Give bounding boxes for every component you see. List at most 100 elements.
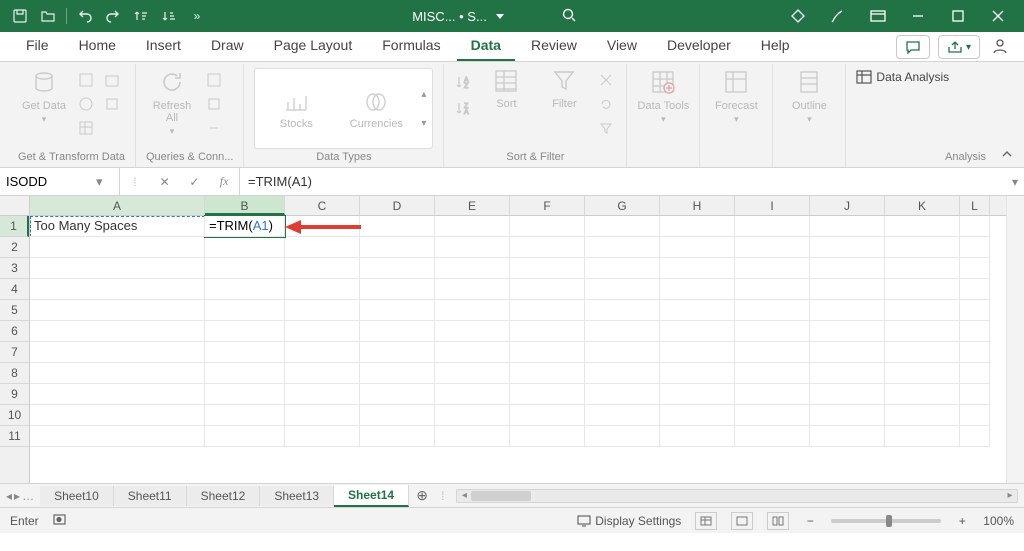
cell-A7[interactable] <box>30 342 205 363</box>
cell-L3[interactable] <box>960 258 990 279</box>
properties-icon[interactable] <box>204 94 224 114</box>
cell-E9[interactable] <box>435 384 510 405</box>
cell-J9[interactable] <box>810 384 885 405</box>
name-box-input[interactable] <box>6 174 96 189</box>
cell-C10[interactable] <box>285 405 360 426</box>
column-header[interactable]: G <box>585 196 660 215</box>
tab-home[interactable]: Home <box>65 31 130 61</box>
cell-F10[interactable] <box>510 405 585 426</box>
queries-icon[interactable] <box>204 70 224 90</box>
cell-A4[interactable] <box>30 279 205 300</box>
expand-formula-bar-icon[interactable]: ▾ <box>1006 175 1024 189</box>
cell-H5[interactable] <box>660 300 735 321</box>
cell-G1[interactable] <box>585 216 660 237</box>
fx-icon[interactable]: fx <box>214 174 234 189</box>
sheet-tab[interactable]: Sheet10 <box>40 486 114 506</box>
cell-I2[interactable] <box>735 237 810 258</box>
row-header[interactable]: 3 <box>0 258 29 279</box>
cell-A3[interactable] <box>30 258 205 279</box>
cell-D5[interactable] <box>360 300 435 321</box>
cell-H6[interactable] <box>660 321 735 342</box>
add-sheet-button[interactable]: ⊕ <box>409 487 435 504</box>
cell-G6[interactable] <box>585 321 660 342</box>
cell-L11[interactable] <box>960 426 990 447</box>
row-header[interactable]: 6 <box>0 321 29 342</box>
cell-K10[interactable] <box>885 405 960 426</box>
cell-L2[interactable] <box>960 237 990 258</box>
cell-F8[interactable] <box>510 363 585 384</box>
row-header[interactable]: 9 <box>0 384 29 405</box>
cell-C2[interactable] <box>285 237 360 258</box>
stocks-button[interactable]: Stocks <box>261 88 331 130</box>
ribbon-display-icon[interactable] <box>860 2 896 30</box>
tab-insert[interactable]: Insert <box>132 31 195 61</box>
cell-D11[interactable] <box>360 426 435 447</box>
cell-K2[interactable] <box>885 237 960 258</box>
data-tools-button[interactable]: Data Tools ▾ <box>637 66 689 125</box>
cell-B4[interactable] <box>205 279 285 300</box>
cell-J10[interactable] <box>810 405 885 426</box>
cell-G10[interactable] <box>585 405 660 426</box>
forecast-button[interactable]: Forecast ▾ <box>710 66 762 125</box>
cell-I3[interactable] <box>735 258 810 279</box>
cell-L4[interactable] <box>960 279 990 300</box>
cell-J3[interactable] <box>810 258 885 279</box>
cell-B7[interactable] <box>205 342 285 363</box>
sort-asc-icon[interactable] <box>129 4 153 28</box>
redo-icon[interactable] <box>101 4 125 28</box>
cell-G3[interactable] <box>585 258 660 279</box>
from-text-icon[interactable] <box>76 70 96 90</box>
tab-help[interactable]: Help <box>747 31 804 61</box>
cell-H3[interactable] <box>660 258 735 279</box>
cell-K7[interactable] <box>885 342 960 363</box>
cell-F5[interactable] <box>510 300 585 321</box>
cell-C1[interactable] <box>285 216 360 237</box>
cell-B6[interactable] <box>205 321 285 342</box>
column-header[interactable]: C <box>285 196 360 215</box>
cell-C3[interactable] <box>285 258 360 279</box>
cell-B9[interactable] <box>205 384 285 405</box>
cell-D2[interactable] <box>360 237 435 258</box>
cell-K9[interactable] <box>885 384 960 405</box>
cell-D1[interactable] <box>360 216 435 237</box>
close-button[interactable] <box>980 2 1016 30</box>
row-header[interactable]: 2 <box>0 237 29 258</box>
cell-F2[interactable] <box>510 237 585 258</box>
cell-I9[interactable] <box>735 384 810 405</box>
cell-G2[interactable] <box>585 237 660 258</box>
cell-L5[interactable] <box>960 300 990 321</box>
cell-C8[interactable] <box>285 363 360 384</box>
maximize-button[interactable] <box>940 2 976 30</box>
title-dropdown-icon[interactable] <box>495 9 505 24</box>
datatypes-up-icon[interactable]: ▴ <box>421 89 426 100</box>
hscroll-right-icon[interactable]: ▸ <box>1003 490 1017 501</box>
column-header[interactable]: I <box>735 196 810 215</box>
column-header[interactable]: E <box>435 196 510 215</box>
cell-H7[interactable] <box>660 342 735 363</box>
sheet-tab[interactable]: Sheet14 <box>334 485 409 507</box>
cell-K6[interactable] <box>885 321 960 342</box>
cell-J11[interactable] <box>810 426 885 447</box>
sheet-tab[interactable]: Sheet13 <box>260 486 334 506</box>
cell-I11[interactable] <box>735 426 810 447</box>
column-header[interactable]: L <box>960 196 990 215</box>
cell-B11[interactable] <box>205 426 285 447</box>
cell-J6[interactable] <box>810 321 885 342</box>
outline-button[interactable]: Outline ▾ <box>783 66 835 125</box>
cell-C6[interactable] <box>285 321 360 342</box>
zoom-out-button[interactable]: − <box>803 514 817 528</box>
cell-C5[interactable] <box>285 300 360 321</box>
cell-D7[interactable] <box>360 342 435 363</box>
cell-J4[interactable] <box>810 279 885 300</box>
zoom-slider[interactable] <box>831 519 941 523</box>
normal-view-icon[interactable] <box>695 512 717 530</box>
get-data-button[interactable]: Get Data ▾ <box>18 66 70 125</box>
cell-F6[interactable] <box>510 321 585 342</box>
cell-G11[interactable] <box>585 426 660 447</box>
cell-C9[interactable] <box>285 384 360 405</box>
sort-az-icon[interactable]: AZ <box>454 72 474 92</box>
row-header[interactable]: 5 <box>0 300 29 321</box>
cell-D9[interactable] <box>360 384 435 405</box>
cell-H8[interactable] <box>660 363 735 384</box>
cell-L9[interactable] <box>960 384 990 405</box>
